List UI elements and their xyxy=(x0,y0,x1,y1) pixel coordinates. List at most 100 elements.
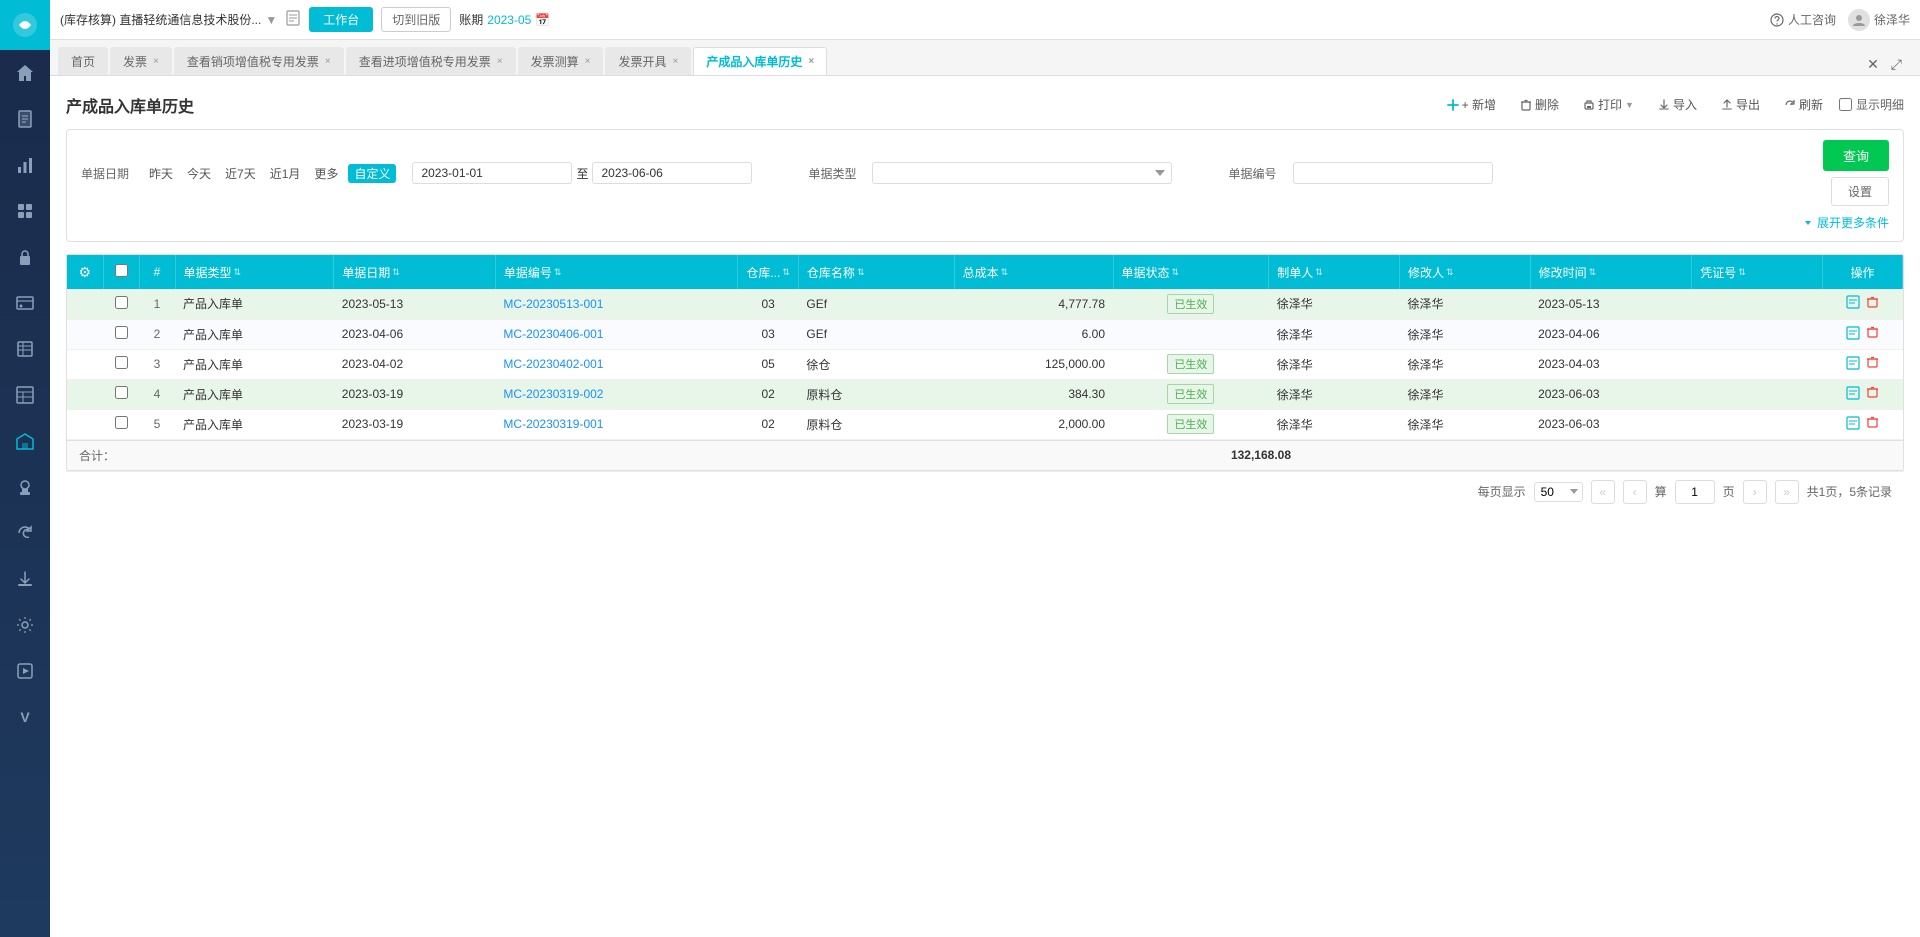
edit-icon-5[interactable] xyxy=(1846,416,1860,433)
row-checkbox-4[interactable] xyxy=(115,386,128,399)
cell-number-4[interactable]: MC-20230319-002 xyxy=(495,379,737,409)
delete-icon-3[interactable] xyxy=(1866,356,1879,372)
doc-link-2[interactable]: MC-20230406-001 xyxy=(503,327,603,341)
reset-button[interactable]: 设置 xyxy=(1831,177,1889,206)
tab-invoice-calc-close[interactable]: × xyxy=(585,56,591,67)
row-checkbox-5[interactable] xyxy=(115,416,128,429)
col-modifier-sort[interactable]: 修改人 ⇅ xyxy=(1408,264,1522,281)
tab-window-close-button[interactable]: ✕ xyxy=(1865,54,1881,75)
cell-number-5[interactable]: MC-20230319-001 xyxy=(495,409,737,439)
date-custom-btn[interactable]: 自定义 xyxy=(348,164,396,183)
sidebar-item-report[interactable] xyxy=(0,326,50,372)
sidebar-item-warehouse[interactable] xyxy=(0,418,50,464)
settings-icon[interactable]: ⚙ xyxy=(78,264,91,280)
calendar-icon[interactable]: 📅 xyxy=(535,13,550,27)
sidebar-item-table[interactable] xyxy=(0,372,50,418)
user-menu[interactable]: 徐泽华 xyxy=(1848,9,1910,31)
col-warehouse-name-sort[interactable]: 仓库名称 ⇅ xyxy=(807,264,946,281)
workbench-button[interactable]: 工作台 xyxy=(309,7,373,32)
sidebar-item-document[interactable] xyxy=(0,96,50,142)
col-status-sort[interactable]: 单据状态 ⇅ xyxy=(1122,264,1261,281)
sidebar-item-play[interactable] xyxy=(0,648,50,694)
edit-icon-1[interactable] xyxy=(1846,295,1860,312)
delete-icon-2[interactable] xyxy=(1866,326,1879,342)
number-filter-input[interactable] xyxy=(1293,162,1493,184)
expand-filter-btn[interactable]: 展开更多条件 xyxy=(1803,214,1889,231)
col-modify-time-sort[interactable]: 修改时间 ⇅ xyxy=(1539,264,1684,281)
first-page-button[interactable]: « xyxy=(1591,480,1615,504)
sidebar-item-stamp[interactable] xyxy=(0,464,50,510)
new-button[interactable]: + 新增 xyxy=(1439,92,1504,117)
tab-view-sales-vat-close[interactable]: × xyxy=(325,56,331,67)
tab-view-sales-vat[interactable]: 查看销项增值税专用发票 × xyxy=(174,47,344,75)
tab-view-purchase-vat[interactable]: 查看进项增值税专用发票 × xyxy=(346,47,516,75)
col-type-sort[interactable]: 单据类型 ⇅ xyxy=(184,264,326,281)
refresh-button[interactable]: 刷新 xyxy=(1776,92,1831,117)
doc-link-5[interactable]: MC-20230319-001 xyxy=(503,417,603,431)
sidebar-item-home[interactable] xyxy=(0,50,50,96)
export-button[interactable]: 导出 xyxy=(1713,92,1768,117)
tab-product-inbound-history-close[interactable]: × xyxy=(808,56,814,67)
row-checkbox-1[interactable] xyxy=(115,296,128,309)
sidebar-item-lock[interactable] xyxy=(0,234,50,280)
support-link[interactable]: 人工咨询 xyxy=(1770,11,1836,28)
display-detail-toggle[interactable]: 显示明细 xyxy=(1839,96,1904,113)
col-creator-sort[interactable]: 制单人 ⇅ xyxy=(1277,264,1391,281)
tab-view-purchase-vat-close[interactable]: × xyxy=(497,56,503,67)
print-dropdown-icon[interactable]: ▼ xyxy=(1625,100,1634,110)
doc-link-1[interactable]: MC-20230513-001 xyxy=(503,297,603,311)
date-yesterday-btn[interactable]: 昨天 xyxy=(145,164,177,183)
delete-button[interactable]: 删除 xyxy=(1512,92,1567,117)
page-number-input[interactable] xyxy=(1675,480,1715,504)
date-end-input[interactable] xyxy=(592,162,752,184)
edit-icon-3[interactable] xyxy=(1846,356,1860,373)
display-detail-checkbox[interactable] xyxy=(1839,98,1852,111)
doc-link-3[interactable]: MC-20230402-001 xyxy=(503,357,603,371)
row-checkbox-3[interactable] xyxy=(115,356,128,369)
doc-link-4[interactable]: MC-20230319-002 xyxy=(503,387,603,401)
sidebar-item-settings[interactable] xyxy=(0,602,50,648)
tab-invoice[interactable]: 发票 × xyxy=(110,47,172,75)
col-voucher-sort[interactable]: 凭证号 ⇅ xyxy=(1700,264,1814,281)
import-button[interactable]: 导入 xyxy=(1650,92,1705,117)
print-button[interactable]: 打印 ▼ xyxy=(1575,92,1642,117)
last-page-button[interactable]: » xyxy=(1775,480,1799,504)
col-date-sort[interactable]: 单据日期 ⇅ xyxy=(342,264,487,281)
cell-number-1[interactable]: MC-20230513-001 xyxy=(495,289,737,319)
delete-icon-4[interactable] xyxy=(1866,386,1879,402)
sidebar-item-invoice[interactable] xyxy=(0,280,50,326)
sidebar-item-refresh[interactable] xyxy=(0,510,50,556)
delete-icon-5[interactable] xyxy=(1866,416,1879,432)
prev-page-button[interactable]: ‹ xyxy=(1623,480,1647,504)
cell-number-3[interactable]: MC-20230402-001 xyxy=(495,349,737,379)
sidebar-item-grid[interactable] xyxy=(0,188,50,234)
per-page-select[interactable]: 10 20 50 100 xyxy=(1534,482,1583,502)
edit-icon-4[interactable] xyxy=(1846,386,1860,403)
tab-invoice-close[interactable]: × xyxy=(153,56,159,67)
tab-invoice-open-close[interactable]: × xyxy=(672,56,678,67)
tab-window-maximize-button[interactable]: ⤢ xyxy=(1889,54,1904,75)
select-all-checkbox[interactable] xyxy=(115,264,128,277)
type-filter-select[interactable] xyxy=(872,162,1172,184)
col-total-cost-sort[interactable]: 总成本 ⇅ xyxy=(963,264,1105,281)
col-warehouse-code-sort[interactable]: 仓库... ⇅ xyxy=(746,264,790,281)
tab-home[interactable]: 首页 xyxy=(58,47,108,75)
sidebar-item-chart[interactable] xyxy=(0,142,50,188)
tab-product-inbound-history[interactable]: 产成品入库单历史 × xyxy=(693,47,827,75)
cell-number-2[interactable]: MC-20230406-001 xyxy=(495,319,737,349)
tab-invoice-calc[interactable]: 发票测算 × xyxy=(518,47,604,75)
date-today-btn[interactable]: 今天 xyxy=(183,164,215,183)
switch-version-button[interactable]: 切到旧版 xyxy=(381,7,451,32)
row-checkbox-2[interactable] xyxy=(115,326,128,339)
date-start-input[interactable] xyxy=(412,162,572,184)
date-more-btn[interactable]: 更多 xyxy=(310,164,342,183)
sidebar-item-download[interactable] xyxy=(0,556,50,602)
edit-icon-2[interactable] xyxy=(1846,326,1860,343)
query-button[interactable]: 查询 xyxy=(1823,140,1889,171)
company-dropdown-icon[interactable]: ▼ xyxy=(265,13,277,27)
date-1month-btn[interactable]: 近1月 xyxy=(266,164,305,183)
tab-invoice-open[interactable]: 发票开具 × xyxy=(605,47,691,75)
sidebar-item-version[interactable]: V xyxy=(0,694,50,740)
delete-icon-1[interactable] xyxy=(1866,296,1879,312)
date-7days-btn[interactable]: 近7天 xyxy=(221,164,260,183)
